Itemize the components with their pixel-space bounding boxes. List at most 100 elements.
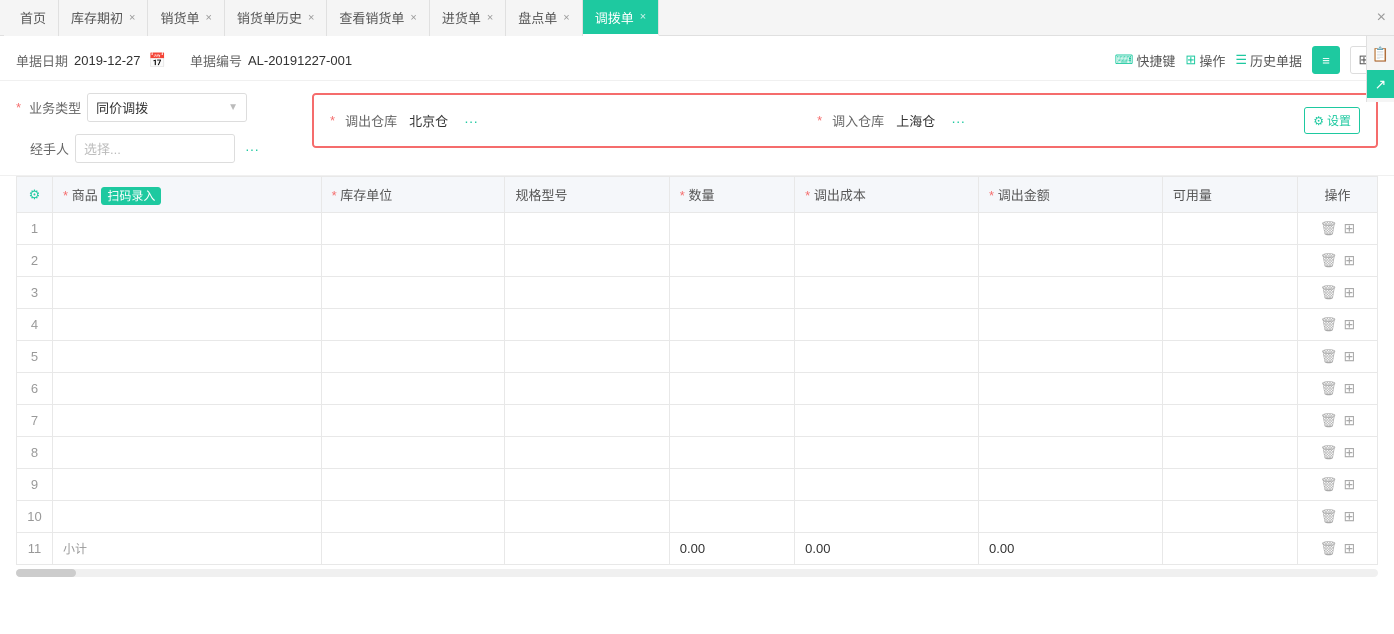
product-cell-7[interactable] <box>53 405 322 437</box>
spec-cell-1[interactable] <box>505 213 669 245</box>
amount-cell-2[interactable] <box>979 245 1163 277</box>
spec-cell-2[interactable] <box>505 245 669 277</box>
cost-cell-2[interactable] <box>795 245 979 277</box>
shortcuts-btn[interactable]: ⌨ 快捷键 <box>1115 51 1176 70</box>
settings-button[interactable]: ⚙ 设置 <box>1304 107 1360 134</box>
unit-cell-2[interactable] <box>321 245 505 277</box>
tab-sales-order[interactable]: 销货单 × <box>148 0 224 36</box>
delete-icon-4[interactable]: 🗑 <box>1320 316 1338 333</box>
delete-icon-6[interactable]: 🗑 <box>1320 380 1338 397</box>
copy-icon-10[interactable]: ⊞ <box>1344 508 1356 525</box>
quantity-cell-3[interactable] <box>669 277 794 309</box>
copy-icon-9[interactable]: ⊞ <box>1344 476 1356 493</box>
tab-sales-history[interactable]: 销货单历史 × <box>225 0 327 36</box>
copy-icon-2[interactable]: ⊞ <box>1344 252 1356 269</box>
copy-icon-4[interactable]: ⊞ <box>1344 316 1356 333</box>
calendar-icon[interactable]: 📅 <box>149 52 166 69</box>
sidebar-expand-icon[interactable]: ↗ <box>1367 70 1394 98</box>
tab-inventory-init[interactable]: 库存期初 × <box>59 0 148 36</box>
spec-cell-9[interactable] <box>505 469 669 501</box>
product-cell-2[interactable] <box>53 245 322 277</box>
unit-cell-6[interactable] <box>321 373 505 405</box>
quantity-cell-10[interactable] <box>669 501 794 533</box>
unit-cell-8[interactable] <box>321 437 505 469</box>
unit-cell-4[interactable] <box>321 309 505 341</box>
scan-button[interactable]: 扫码录入 <box>101 187 161 205</box>
tab-transfer[interactable]: 调拨单 × <box>583 0 659 36</box>
tab-purchase[interactable]: 进货单 × <box>430 0 506 36</box>
cost-cell-1[interactable] <box>795 213 979 245</box>
unit-cell-9[interactable] <box>321 469 505 501</box>
amount-cell-4[interactable] <box>979 309 1163 341</box>
spec-cell-10[interactable] <box>505 501 669 533</box>
cost-cell-7[interactable] <box>795 405 979 437</box>
copy-icon-5[interactable]: ⊞ <box>1344 348 1356 365</box>
product-cell-3[interactable] <box>53 277 322 309</box>
product-cell-5[interactable] <box>53 341 322 373</box>
spec-cell-4[interactable] <box>505 309 669 341</box>
tab-home[interactable]: 首页 <box>4 0 59 36</box>
delete-icon-10[interactable]: 🗑 <box>1320 508 1338 525</box>
tab-close-sales-order[interactable]: × <box>205 12 211 24</box>
quantity-cell-6[interactable] <box>669 373 794 405</box>
quantity-cell-5[interactable] <box>669 341 794 373</box>
delete-icon[interactable]: 🗑 <box>1320 540 1338 557</box>
copy-icon-7[interactable]: ⊞ <box>1344 412 1356 429</box>
product-cell-4[interactable] <box>53 309 322 341</box>
history-btn[interactable]: ☰ 历史单据 <box>1235 51 1302 70</box>
tab-view-sales[interactable]: 查看销货单 × <box>327 0 429 36</box>
delete-icon-1[interactable]: 🗑 <box>1320 220 1338 237</box>
tab-close-view-sales[interactable]: × <box>410 12 416 24</box>
amount-cell-10[interactable] <box>979 501 1163 533</box>
delete-icon-2[interactable]: 🗑 <box>1320 252 1338 269</box>
product-cell-8[interactable] <box>53 437 322 469</box>
window-close-button[interactable]: × <box>1377 9 1386 27</box>
quantity-cell-2[interactable] <box>669 245 794 277</box>
amount-cell-5[interactable] <box>979 341 1163 373</box>
delete-icon-8[interactable]: 🗑 <box>1320 444 1338 461</box>
copy-icon-1[interactable]: ⊞ <box>1344 220 1356 237</box>
sidebar-notes-icon[interactable]: 📋 <box>1367 40 1394 68</box>
gear-icon-table[interactable]: ⚙ <box>29 187 41 202</box>
copy-icon[interactable]: ⊞ <box>1344 540 1356 557</box>
quantity-cell-8[interactable] <box>669 437 794 469</box>
amount-cell-8[interactable] <box>979 437 1163 469</box>
cost-cell-5[interactable] <box>795 341 979 373</box>
cost-cell-4[interactable] <box>795 309 979 341</box>
business-type-input[interactable]: 同价调拨 ▼ <box>87 93 247 122</box>
quantity-cell-7[interactable] <box>669 405 794 437</box>
product-cell-6[interactable] <box>53 373 322 405</box>
amount-cell-3[interactable] <box>979 277 1163 309</box>
spec-cell-6[interactable] <box>505 373 669 405</box>
cost-cell-3[interactable] <box>795 277 979 309</box>
tab-close-purchase[interactable]: × <box>487 12 493 24</box>
delete-icon-9[interactable]: 🗑 <box>1320 476 1338 493</box>
spec-cell-3[interactable] <box>505 277 669 309</box>
quantity-cell-4[interactable] <box>669 309 794 341</box>
cost-cell-6[interactable] <box>795 373 979 405</box>
delete-icon-3[interactable]: 🗑 <box>1320 284 1338 301</box>
spec-cell-8[interactable] <box>505 437 669 469</box>
product-cell-9[interactable] <box>53 469 322 501</box>
operations-btn[interactable]: ⊞ 操作 <box>1185 51 1225 70</box>
amount-cell-7[interactable] <box>979 405 1163 437</box>
transfer-in-more-icon[interactable]: ··· <box>951 113 965 129</box>
delete-icon-7[interactable]: 🗑 <box>1320 412 1338 429</box>
tab-close-stocktake[interactable]: × <box>563 12 569 24</box>
unit-cell-10[interactable] <box>321 501 505 533</box>
handler-more-icon[interactable]: ··· <box>245 141 259 157</box>
unit-cell-1[interactable] <box>321 213 505 245</box>
amount-cell-6[interactable] <box>979 373 1163 405</box>
transfer-out-more-icon[interactable]: ··· <box>464 113 478 129</box>
amount-cell-9[interactable] <box>979 469 1163 501</box>
handler-input[interactable]: 选择... <box>75 134 235 163</box>
copy-icon-6[interactable]: ⊞ <box>1344 380 1356 397</box>
tab-stocktake[interactable]: 盘点单 × <box>506 0 582 36</box>
amount-cell-1[interactable] <box>979 213 1163 245</box>
quantity-cell-9[interactable] <box>669 469 794 501</box>
product-cell-1[interactable] <box>53 213 322 245</box>
cost-cell-10[interactable] <box>795 501 979 533</box>
copy-icon-8[interactable]: ⊞ <box>1344 444 1356 461</box>
view-list-btn[interactable]: ≡ <box>1312 46 1340 74</box>
delete-icon-5[interactable]: 🗑 <box>1320 348 1338 365</box>
